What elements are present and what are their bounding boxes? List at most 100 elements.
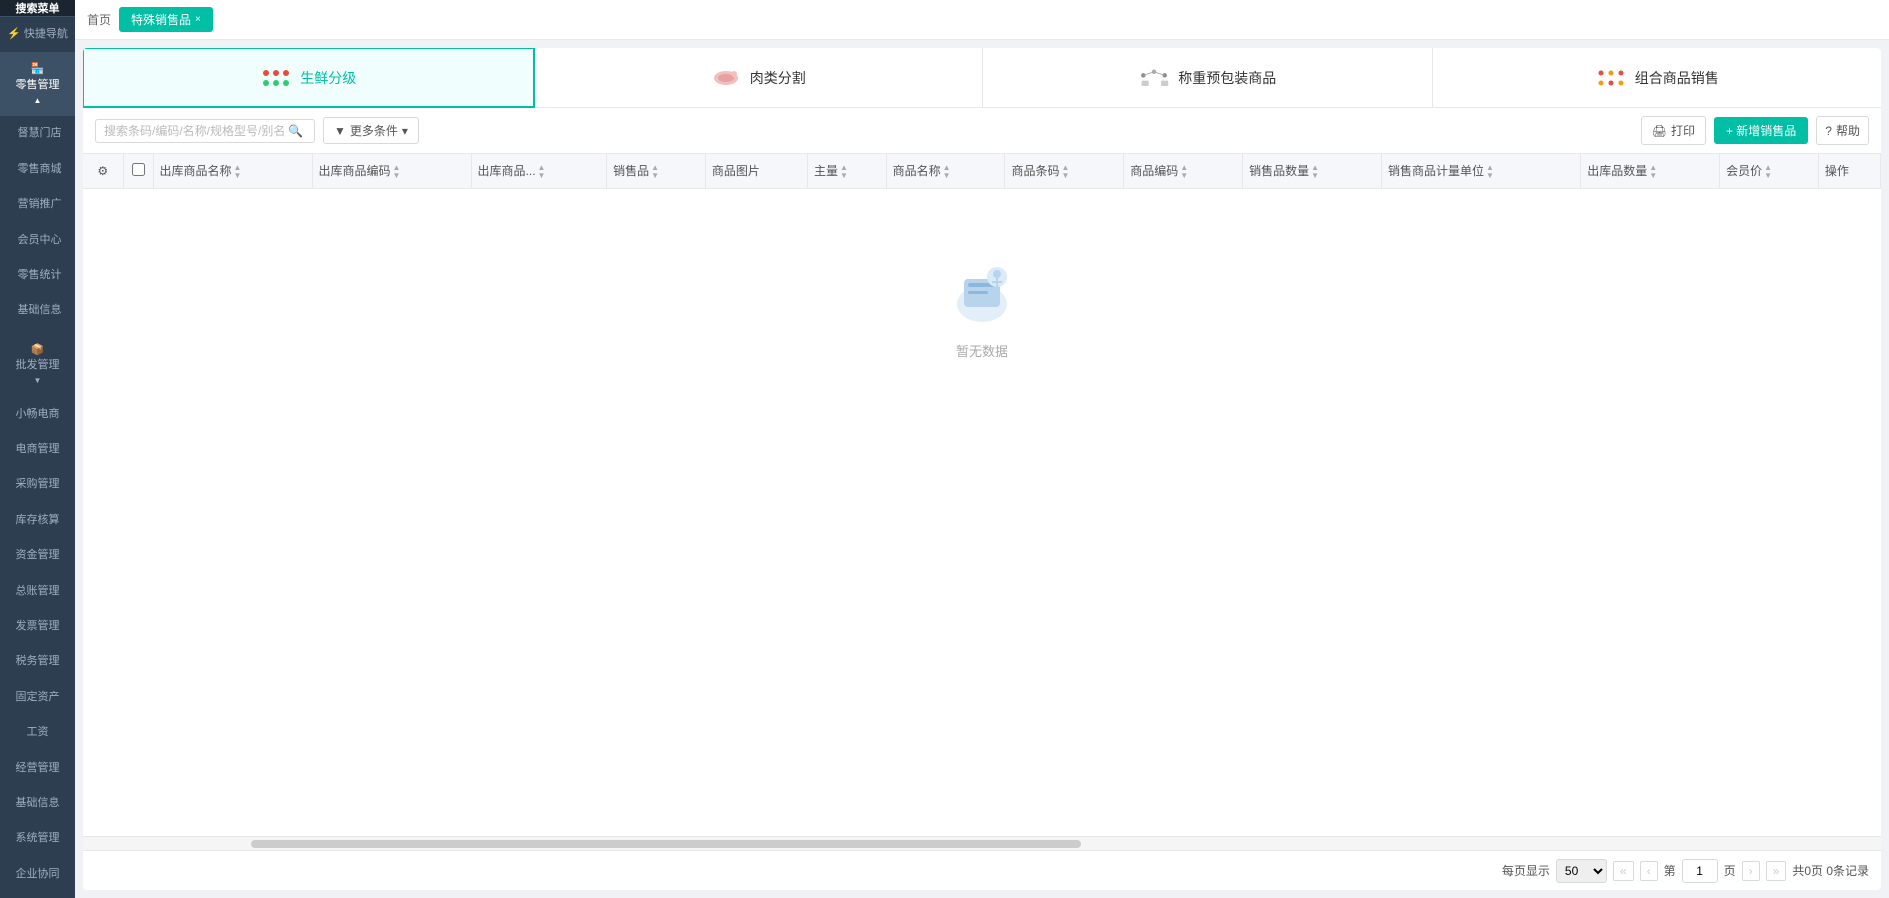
sidebar-item-enterprise-collab[interactable]: 企业协同 — [0, 857, 75, 892]
sidebar-item-invoice-mgmt[interactable]: 发票管理 — [0, 609, 75, 644]
filter-button[interactable]: ▼ 更多条件 ▾ — [323, 117, 419, 144]
weigh-prepack-icon — [1138, 66, 1170, 90]
inventory-label: 库存核算 — [16, 514, 60, 526]
sidebar-item-inventory[interactable]: 库存核算 — [0, 503, 75, 538]
next-page-button[interactable]: › — [1742, 861, 1760, 881]
retail-mall-label: 零售商城 — [18, 163, 62, 175]
fixed-assets-label: 固定资产 — [16, 691, 60, 703]
th-image[interactable]: 商品图片 — [705, 154, 807, 188]
empty-state: 暂无数据 — [83, 189, 1881, 420]
sidebar-item-tax-mgmt[interactable]: 税务管理 — [0, 644, 75, 679]
retail-icon: 🏪 — [31, 62, 45, 77]
tab-fresh-grade[interactable]: 生鲜分级 — [83, 48, 535, 108]
category-tabs: 生鲜分级 肉类分割 — [83, 48, 1881, 108]
first-page-button[interactable]: « — [1613, 861, 1634, 881]
tab-meat-cut[interactable]: 肉类分割 — [534, 48, 984, 107]
sidebar-item-retail-mgmt[interactable]: 🏪 零售管理 ▲ — [0, 52, 75, 116]
print-button[interactable]: 🖨 打印 — [1641, 116, 1706, 145]
sort-arrows-out-qty: ▲▼ — [1649, 164, 1657, 180]
th-code[interactable]: 商品编码▲▼ — [1124, 154, 1243, 188]
th-main-qty[interactable]: 主量▲▼ — [808, 154, 887, 188]
topbar-tab-special-sales[interactable]: 特殊销售品 × — [119, 7, 213, 32]
filter-label: 更多条件 — [350, 122, 398, 139]
sidebar-item-finance[interactable]: 资金管理 — [0, 538, 75, 573]
sidebar-item-operations-mgmt[interactable]: 经营管理 — [0, 751, 75, 786]
prev-page-button[interactable]: ‹ — [1640, 861, 1658, 881]
page-suffix: 页 — [1724, 862, 1736, 879]
sort-arrows-sale-qty: ▲▼ — [1311, 164, 1319, 180]
sidebar-logo[interactable]: 搜索菜单 — [0, 0, 75, 17]
search-box[interactable]: 🔍 — [95, 119, 315, 143]
sidebar-item-ecom-mgmt[interactable]: 电商管理 — [0, 432, 75, 467]
meat-cut-icon — [710, 66, 742, 90]
print-icon: 🖨 — [1652, 124, 1667, 138]
sidebar-item-fixed-assets[interactable]: 固定资产 — [0, 680, 75, 715]
th-barcode[interactable]: 商品条码▲▼ — [1005, 154, 1124, 188]
ledger-label: 总账管理 — [16, 585, 60, 597]
tab-combo-sales[interactable]: 组合商品销售 — [1433, 48, 1882, 107]
horizontal-scrollbar-thumb[interactable] — [251, 840, 1081, 848]
sidebar-item-supervise-store[interactable]: 督慧门店 — [0, 116, 75, 151]
th-member-price[interactable]: 会员价▲▼ — [1720, 154, 1819, 188]
help-button[interactable]: ? 帮助 — [1816, 116, 1869, 145]
sidebar-item-basic-info-retail[interactable]: 基础信息 — [0, 293, 75, 328]
tab-weigh-prepack[interactable]: 称重预包装商品 — [983, 48, 1433, 107]
sort-arrows-out-name: ▲▼ — [234, 164, 242, 180]
quick-nav-icon: ⚡ — [7, 28, 21, 40]
sidebar-item-quick-nav[interactable]: ⚡ 快捷导航 — [0, 17, 75, 52]
th-sale-qty[interactable]: 销售品数量▲▼ — [1243, 154, 1382, 188]
topbar-home[interactable]: 首页 — [87, 11, 111, 28]
sidebar-item-marketing[interactable]: 营销推广 — [0, 187, 75, 222]
basic-info-retail-label: 基础信息 — [18, 304, 62, 316]
th-sale-item[interactable]: 销售品▲▼ — [607, 154, 706, 188]
pagination: 每页显示 50 10 20 100 « ‹ 第 页 › » 共0页 0条记录 — [83, 850, 1881, 890]
sidebar-item-system-mgmt[interactable]: 系统管理 — [0, 821, 75, 856]
th-sale-unit[interactable]: 销售商品计量单位▲▼ — [1382, 154, 1581, 188]
sidebar-item-ledger[interactable]: 总账管理 — [0, 574, 75, 609]
horizontal-scrollbar[interactable] — [83, 836, 1881, 850]
topbar-tab-label: 特殊销售品 — [131, 11, 191, 28]
table-container: ⚙ 出库商品名称▲▼ 出库商品编码▲▼ 出库商品...▲▼ 销售品▲▼ 商品图片… — [83, 154, 1881, 836]
sort-arrows-main-qty: ▲▼ — [840, 164, 848, 180]
th-out-code[interactable]: 出库商品编码▲▼ — [312, 154, 471, 188]
ecom-mgmt-label: 电商管理 — [16, 443, 60, 455]
wholesale-arrow-icon: ▼ — [34, 375, 42, 386]
search-icon[interactable]: 🔍 — [288, 124, 303, 138]
add-sale-item-button[interactable]: + 新增销售品 — [1714, 117, 1808, 144]
system-mgmt-label: 系统管理 — [16, 832, 60, 844]
sidebar-item-payroll[interactable]: 工资 — [0, 715, 75, 750]
search-input[interactable] — [104, 124, 284, 138]
sidebar-item-basic-info-2[interactable]: 基础信息 — [0, 786, 75, 821]
sort-arrows-name: ▲▼ — [943, 164, 951, 180]
wholesale-label: 批发管理 — [16, 358, 60, 373]
fresh-grade-icon — [260, 66, 292, 90]
filter-icon: ▼ — [334, 124, 346, 138]
sidebar: 搜索菜单 ⚡ 快捷导航 🏪 零售管理 ▲ 督慧门店 零售商城 营销推广 会员中心… — [0, 0, 75, 898]
tax-mgmt-label: 税务管理 — [16, 655, 60, 667]
th-out-spec[interactable]: 出库商品...▲▼ — [471, 154, 607, 188]
topbar: 首页 特殊销售品 × — [75, 0, 1889, 40]
th-checkbox[interactable] — [123, 154, 153, 188]
topbar-tab-close[interactable]: × — [195, 14, 201, 25]
sidebar-item-beginner-guide[interactable]: 💡 新手引导 — [0, 892, 75, 898]
page-input[interactable] — [1682, 859, 1718, 883]
th-out-qty[interactable]: 出库品数量▲▼ — [1581, 154, 1720, 188]
sidebar-item-wholesale-mgmt[interactable]: 📦 批发管理 ▼ — [0, 333, 75, 397]
purchase-mgmt-label: 采购管理 — [16, 478, 60, 490]
select-all-checkbox[interactable] — [132, 163, 145, 176]
th-settings[interactable]: ⚙ — [83, 154, 123, 188]
sidebar-item-retail-stats[interactable]: 零售统计 — [0, 258, 75, 293]
last-page-button[interactable]: » — [1766, 861, 1787, 881]
th-out-name[interactable]: 出库商品名称▲▼ — [153, 154, 312, 188]
help-icon: ? — [1825, 124, 1832, 138]
th-name[interactable]: 商品名称▲▼ — [886, 154, 1005, 188]
sidebar-item-small-ecom[interactable]: 小畅电商 — [0, 397, 75, 432]
help-label: 帮助 — [1836, 122, 1860, 139]
content-panel: 生鲜分级 肉类分割 — [83, 48, 1881, 890]
sidebar-item-purchase-mgmt[interactable]: 采购管理 — [0, 467, 75, 502]
sidebar-item-member-center[interactable]: 会员中心 — [0, 223, 75, 258]
supervise-store-label: 督慧门店 — [18, 127, 62, 139]
sort-arrows-sale-item: ▲▼ — [651, 164, 659, 180]
sidebar-item-retail-mall[interactable]: 零售商城 — [0, 152, 75, 187]
per-page-select[interactable]: 50 10 20 100 — [1556, 859, 1607, 883]
